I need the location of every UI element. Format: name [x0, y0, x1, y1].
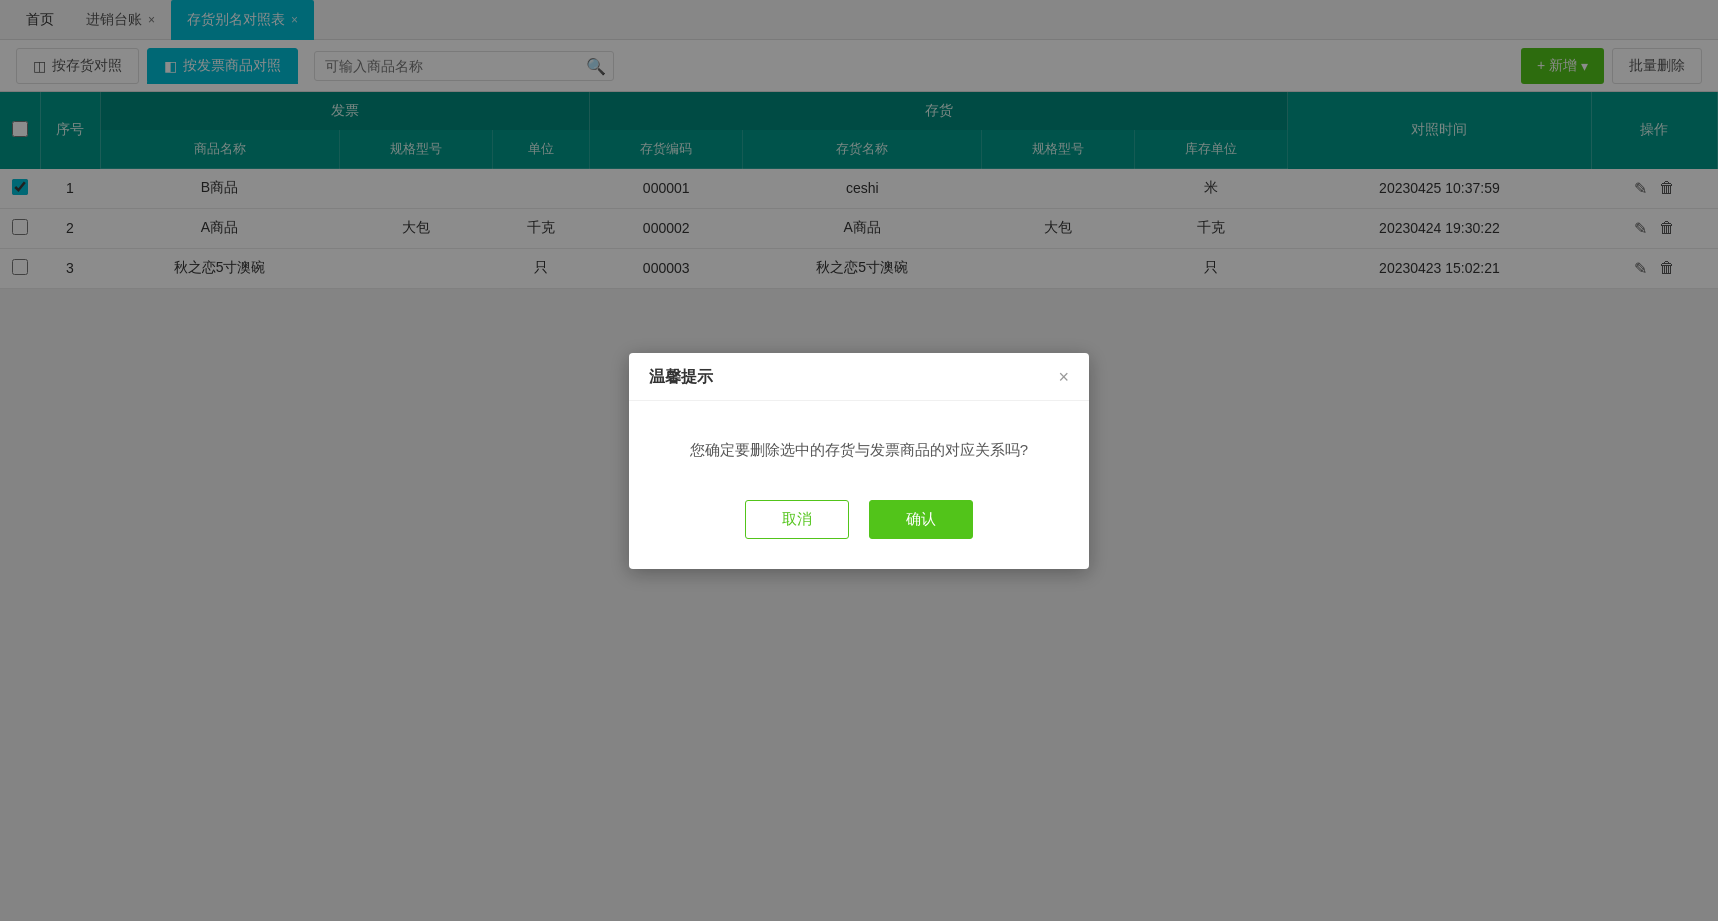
dialog-overlay: 温馨提示 × 您确定要删除选中的存货与发票商品的对应关系吗? 取消 确认: [0, 0, 1718, 289]
